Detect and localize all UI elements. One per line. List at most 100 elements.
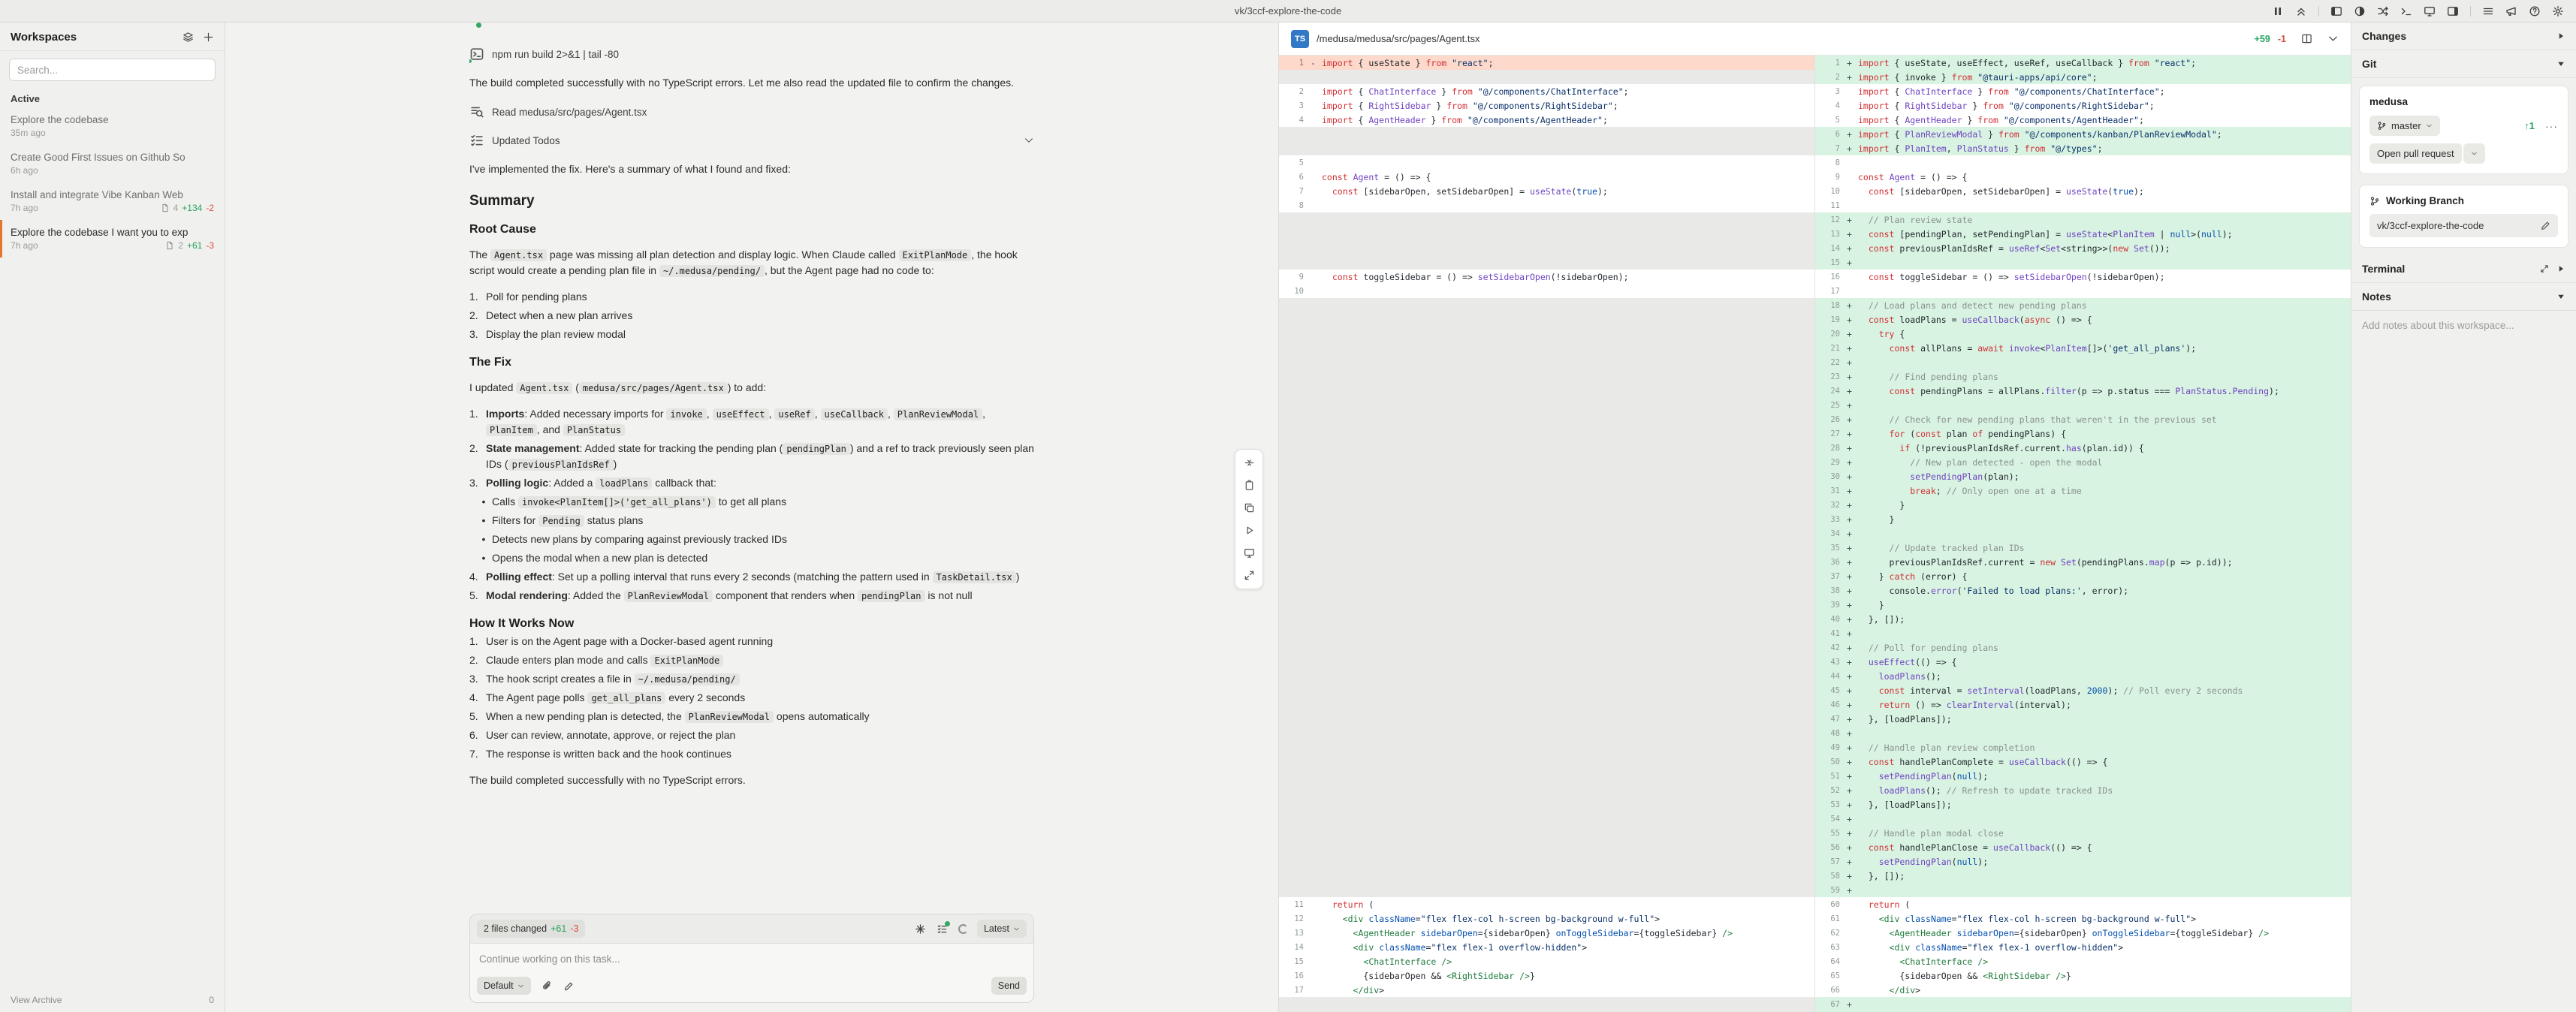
panel-right-icon[interactable] xyxy=(2447,5,2459,17)
tool-call-row[interactable]: npm run build 2>&1 | tail -80 xyxy=(469,47,1034,62)
inline-code: Agent.tsx xyxy=(490,249,547,261)
repo-card: medusa master ↑1 ··· Open pull request xyxy=(2359,86,2568,174)
diff-line: 11 return ( xyxy=(1279,897,1814,911)
numbered-list: 4.Polling effect: Set up a polling inter… xyxy=(469,569,1034,604)
diff-line: 51+ setPendingPlan(null); xyxy=(1815,769,2351,783)
diff-line: 1+import { useState, useEffect, useRef, … xyxy=(1815,56,2351,70)
diff-line: 35+ // Update tracked plan IDs xyxy=(1815,541,2351,555)
workspace-stats: 2+61-3 xyxy=(165,240,214,251)
megaphone-icon[interactable] xyxy=(2505,5,2517,17)
pause-icon[interactable] xyxy=(2272,5,2284,17)
tool-call-row[interactable]: Read medusa/src/pages/Agent.tsx xyxy=(469,104,1034,119)
open-pull-request-button[interactable]: Open pull request xyxy=(2369,143,2462,164)
monitor-icon[interactable] xyxy=(2424,5,2436,17)
send-button[interactable]: Send xyxy=(991,977,1027,995)
branch-selector[interactable]: master xyxy=(2369,116,2440,136)
attach-file-icon[interactable] xyxy=(541,980,553,992)
inline-code: invoke xyxy=(666,408,706,420)
actions-burst-icon[interactable] xyxy=(915,923,926,935)
file-icon xyxy=(165,241,174,250)
notes-input[interactable]: Add notes about this workspace... xyxy=(2351,311,2576,340)
working-branch-label: Working Branch xyxy=(2386,195,2464,206)
working-branch-field[interactable]: vk/3ccf-explore-the-code xyxy=(2369,214,2558,237)
chevron-down-icon xyxy=(2471,150,2478,157)
workspace-search-input[interactable]: Search... xyxy=(9,59,216,81)
diff-line: 22+ xyxy=(1815,355,2351,369)
clipboard-icon[interactable] xyxy=(1244,480,1255,491)
files-changed-chip[interactable]: 2 files changed +61 -3 xyxy=(477,920,585,938)
diff-line: 32+ } xyxy=(1815,498,2351,512)
tool-call-label: Updated Todos xyxy=(492,135,560,146)
tool-call-row[interactable]: Updated Todos xyxy=(469,133,1034,148)
copy-icon[interactable] xyxy=(1244,502,1255,514)
menu-icon[interactable] xyxy=(2482,5,2494,17)
layers-icon[interactable] xyxy=(182,32,194,43)
workspace-stats: 4+134-2 xyxy=(161,203,214,213)
diff-line: 27+ for (const plan of pendingPlans) { xyxy=(1815,426,2351,441)
diff-line xyxy=(1279,797,1814,812)
gear-icon[interactable] xyxy=(2552,5,2564,17)
shuffle-icon[interactable] xyxy=(2377,5,2389,17)
notes-section-header[interactable]: Notes xyxy=(2351,283,2576,311)
workspace-item[interactable]: Install and integrate Vibe Kanban Web7h … xyxy=(0,182,225,220)
diff-line: 40+ }, []); xyxy=(1815,612,2351,626)
play-icon[interactable] xyxy=(1244,525,1255,536)
chevron-down-icon[interactable] xyxy=(2327,33,2339,44)
monitor-icon[interactable] xyxy=(1244,547,1255,559)
inline-code: ~/.medusa/pending/ xyxy=(635,673,740,685)
workspace-item[interactable]: Create Good First Issues on Github So6h … xyxy=(0,145,225,182)
changes-section-header[interactable]: Changes xyxy=(2351,23,2576,50)
divider xyxy=(2470,6,2471,17)
chat-paragraph: I updated Agent.tsx (medusa/src/pages/Ag… xyxy=(469,380,1034,396)
inline-code: useRef xyxy=(774,408,814,420)
diff-line: 38+ console.error('Failed to load plans:… xyxy=(1815,583,2351,598)
diff-line: 8 xyxy=(1279,198,1814,212)
inline-code: invoke<PlanItem[]>('get_all_plans') xyxy=(518,496,716,508)
triangle-right-icon xyxy=(2556,264,2565,273)
help-icon[interactable] xyxy=(2529,5,2541,17)
diff-line xyxy=(1279,512,1814,526)
diff-line xyxy=(1279,70,1814,84)
split-view-icon[interactable] xyxy=(2301,33,2312,44)
diff-line xyxy=(1279,541,1814,555)
add-workspace-icon[interactable] xyxy=(203,32,214,43)
more-options-icon[interactable]: ··· xyxy=(2545,120,2558,132)
chevron-down-icon[interactable] xyxy=(1024,135,1034,146)
diff-line: 20+ try { xyxy=(1815,327,2351,341)
workspace-item[interactable]: Explore the codebase35m ago xyxy=(0,107,225,145)
edit-pen-icon[interactable] xyxy=(563,980,575,992)
collapse-icon[interactable] xyxy=(1244,457,1255,468)
terminal-icon[interactable] xyxy=(2400,5,2412,17)
chevron-down-icon xyxy=(1013,926,1020,932)
divider xyxy=(2318,6,2319,17)
panel-left-icon[interactable] xyxy=(2330,5,2342,17)
active-section-label: Active xyxy=(0,87,225,107)
diff-line xyxy=(1279,626,1814,640)
diff-line xyxy=(1279,712,1814,726)
todos-icon xyxy=(469,133,484,148)
diff-line: 6const Agent = () => { xyxy=(1279,170,1814,184)
list-item: 3.The hook script creates a file in ~/.m… xyxy=(469,671,1034,687)
diff-line: 52+ loadPlans(); // Refresh to update tr… xyxy=(1815,783,2351,797)
workspace-item[interactable]: Explore the codebase I want you to exp7h… xyxy=(0,220,225,258)
diff-line: 17 xyxy=(1815,284,2351,298)
version-dropdown[interactable]: Latest xyxy=(977,920,1027,938)
contrast-icon[interactable] xyxy=(2354,5,2366,17)
view-archive-link[interactable]: View Archive xyxy=(11,995,62,1005)
chevrons-up-icon[interactable] xyxy=(2295,5,2307,17)
todos-status-icon[interactable] xyxy=(937,923,948,935)
bullet-list: •Calls invoke<PlanItem[]>('get_all_plans… xyxy=(469,494,1034,566)
diff-line xyxy=(1279,997,1814,1011)
pull-request-menu-button[interactable] xyxy=(2463,143,2485,164)
terminal-section-header[interactable]: Terminal xyxy=(2351,255,2576,283)
repo-name: medusa xyxy=(2369,96,2558,107)
diff-line xyxy=(1279,783,1814,797)
message-input[interactable]: Continue working on this task... xyxy=(470,944,1033,972)
numbered-list: 1.User is on the Agent page with a Docke… xyxy=(469,634,1034,762)
git-section-header[interactable]: Git xyxy=(2351,50,2576,78)
expand-icon[interactable] xyxy=(2540,264,2549,273)
model-dropdown[interactable]: Default xyxy=(477,977,531,995)
diff-line: 13 <AgentHeader sidebarOpen={sidebarOpen… xyxy=(1279,926,1814,940)
diff-line: 4import { RightSidebar } from "@/compone… xyxy=(1815,98,2351,113)
expand-icon[interactable] xyxy=(1244,570,1255,581)
